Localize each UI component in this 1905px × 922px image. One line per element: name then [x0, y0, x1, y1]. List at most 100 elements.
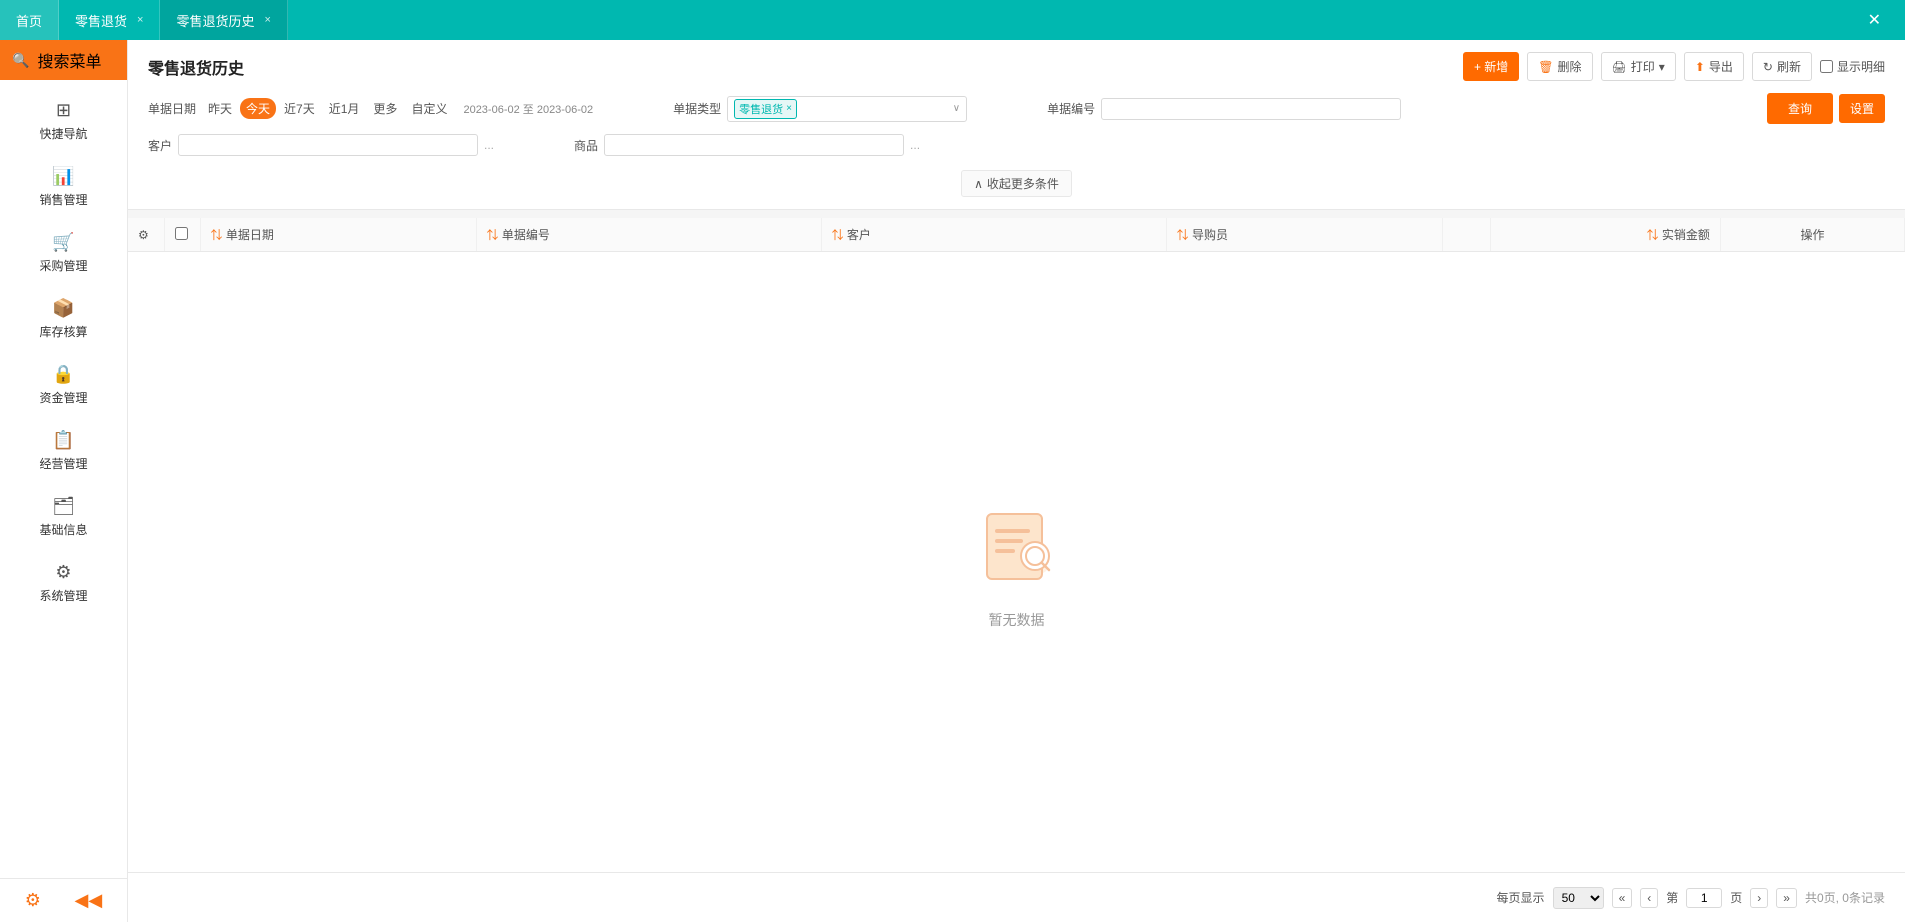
sidebar-item-sys-mgmt[interactable]: ⚙ 系统管理 [0, 550, 127, 616]
print-button[interactable]: 🖨 打印 ▾ [1601, 52, 1676, 81]
sidebar-item-quick-nav-label: 快捷导航 [39, 125, 87, 142]
show-detail-input[interactable] [1820, 60, 1833, 73]
th-spacer [1442, 218, 1490, 252]
date-range-display: 2023-06-02 至 2023-06-02 [463, 101, 593, 117]
sidebar-item-purchase-mgmt[interactable]: 🛒 采购管理 [0, 220, 127, 286]
ops-mgmt-icon: 📋 [52, 430, 74, 451]
page-label: 第 [1666, 889, 1678, 906]
th-date[interactable]: ⇅ 单据日期 [200, 218, 476, 252]
delete-button[interactable]: 🗑 删除 [1527, 52, 1592, 81]
date-btn-yesterday[interactable]: 昨天 [202, 98, 238, 119]
sidebar-item-quick-nav[interactable]: ⊞ 快捷导航 [0, 88, 127, 154]
date-btn-7days[interactable]: 近7天 [278, 98, 321, 119]
tab-retail-return-history-close[interactable]: × [264, 14, 270, 26]
refresh-icon: ↻ [1763, 60, 1773, 74]
export-button-label: 导出 [1709, 58, 1733, 75]
add-button[interactable]: + 新增 [1463, 52, 1519, 81]
sys-mgmt-icon: ⚙ [55, 562, 71, 583]
print-dropdown-icon: ▾ [1659, 60, 1665, 74]
export-button[interactable]: ⬆ 导出 [1684, 52, 1744, 81]
th-ops-label: 操作 [1800, 228, 1824, 242]
sidebar-item-finance[interactable]: 🔒 资金管理 [0, 352, 127, 418]
collapse-button[interactable]: ∧ 收起更多条件 [961, 170, 1072, 197]
query-button-label: 查询 [1788, 100, 1812, 117]
doc-num-label: 单据编号 [1047, 100, 1095, 117]
doc-type-tag-value: 零售退货 [739, 101, 783, 117]
doc-type-select[interactable]: 零售退货 × ∨ [727, 96, 967, 122]
th-number-label: 单据编号 [502, 228, 550, 242]
table-header: ⚙ ⇅ 单据日期 ⇅ 单据编号 [128, 218, 1905, 252]
query-button[interactable]: 查询 [1767, 93, 1833, 124]
per-page-label: 每页显示 [1497, 889, 1545, 906]
volume-bottom-button[interactable]: ◀◀ [75, 890, 103, 911]
header-actions: + 新增 🗑 删除 🖨 打印 ▾ ⬆ 导出 [1463, 52, 1885, 81]
prev-page-button[interactable]: ‹ [1640, 888, 1658, 908]
th-customer-sort-icon: ⇅ [832, 228, 844, 242]
sidebar-item-base-info-label: 基础信息 [39, 521, 87, 538]
inventory-icon: 📦 [52, 298, 74, 319]
main-layout: 🔍 搜索菜单 ⊞ 快捷导航 📊 销售管理 🛒 采购管理 📦 库存核算 🔒 [0, 40, 1905, 922]
collapse-icon: ∧ [974, 177, 983, 191]
doc-num-filter: 单据编号 [1047, 98, 1401, 120]
th-amount[interactable]: ⇅ 实销金额 [1490, 218, 1720, 252]
th-number[interactable]: ⇅ 单据编号 [476, 218, 821, 252]
per-page-select[interactable]: 50 100 200 [1553, 887, 1604, 909]
last-page-button[interactable]: » [1776, 888, 1797, 908]
th-customer[interactable]: ⇅ 客户 [821, 218, 1166, 252]
refresh-button[interactable]: ↻ 刷新 [1752, 52, 1812, 81]
doc-type-tag-close[interactable]: × [786, 103, 792, 114]
gear-icon[interactable]: ⚙ [138, 228, 149, 242]
customer-dots[interactable]: ... [484, 138, 494, 152]
sidebar-item-inventory-label: 库存核算 [39, 323, 87, 340]
filter-area: 单据日期 昨天 今天 近7天 近1月 更多 自定义 2023-06-02 至 2… [148, 93, 1885, 209]
sidebar-item-sales-mgmt[interactable]: 📊 销售管理 [0, 154, 127, 220]
goods-input[interactable] [604, 134, 904, 156]
sidebar-item-ops-mgmt[interactable]: 📋 经营管理 [0, 418, 127, 484]
export-icon: ⬆ [1695, 60, 1705, 74]
sidebar-bottom: ⚙ ◀◀ [0, 878, 127, 922]
customer-input[interactable] [178, 134, 478, 156]
tab-retail-return[interactable]: 零售退货 × [59, 0, 160, 40]
show-detail-checkbox[interactable]: 显示明细 [1820, 58, 1885, 75]
page-number-input[interactable] [1686, 888, 1722, 908]
tab-retail-return-close[interactable]: × [137, 14, 143, 26]
th-guide[interactable]: ⇅ 导购员 [1166, 218, 1442, 252]
th-ops: 操作 [1720, 218, 1904, 252]
collapse-label: 收起更多条件 [987, 175, 1059, 192]
setting-button[interactable]: 设置 [1839, 94, 1885, 123]
date-btn-1month[interactable]: 近1月 [323, 98, 366, 119]
page-unit: 页 [1730, 889, 1742, 906]
customer-label: 客户 [148, 137, 172, 154]
next-page-button[interactable]: › [1750, 888, 1768, 908]
first-page-button[interactable]: « [1612, 888, 1633, 908]
tab-list: 首页 零售退货 × 零售退货历史 × [0, 0, 1860, 40]
tab-home[interactable]: 首页 [0, 0, 59, 40]
sidebar-search[interactable]: 🔍 搜索菜单 [0, 40, 127, 80]
sidebar-item-inventory[interactable]: 📦 库存核算 [0, 286, 127, 352]
doc-type-arrow: ∨ [953, 103, 960, 114]
empty-icon [967, 494, 1067, 594]
goods-dots[interactable]: ... [910, 138, 920, 152]
sidebar-item-sys-mgmt-label: 系统管理 [39, 587, 87, 604]
th-guide-sort-icon: ⇅ [1177, 228, 1189, 242]
sidebar-item-base-info[interactable]: 🗂 基础信息 [0, 484, 127, 550]
quick-nav-icon: ⊞ [56, 100, 71, 121]
doc-num-input[interactable] [1101, 98, 1401, 120]
sidebar-item-purchase-mgmt-label: 采购管理 [39, 257, 87, 274]
select-all-checkbox[interactable] [175, 227, 188, 240]
top-bar: 首页 零售退货 × 零售退货历史 × ✕ [0, 0, 1905, 40]
date-btn-more[interactable]: 更多 [367, 98, 403, 119]
settings-bottom-button[interactable]: ⚙ [25, 890, 41, 911]
collapse-row: ∧ 收起更多条件 [148, 166, 1885, 201]
date-btn-today[interactable]: 今天 [240, 98, 276, 119]
th-checkbox[interactable] [164, 218, 200, 252]
tab-retail-return-history[interactable]: 零售退货历史 × [160, 0, 287, 40]
date-btn-custom[interactable]: 自定义 [405, 98, 453, 119]
customer-filter: 客户 ... [148, 134, 494, 156]
th-date-sort-icon: ⇅ [211, 228, 223, 242]
th-gear[interactable]: ⚙ [128, 218, 164, 252]
sidebar-search-label: 搜索菜单 [37, 48, 101, 72]
window-close-button[interactable]: ✕ [1860, 10, 1889, 30]
empty-state: 暂无数据 [128, 252, 1905, 872]
th-amount-sort-icon: ⇅ [1647, 228, 1659, 242]
